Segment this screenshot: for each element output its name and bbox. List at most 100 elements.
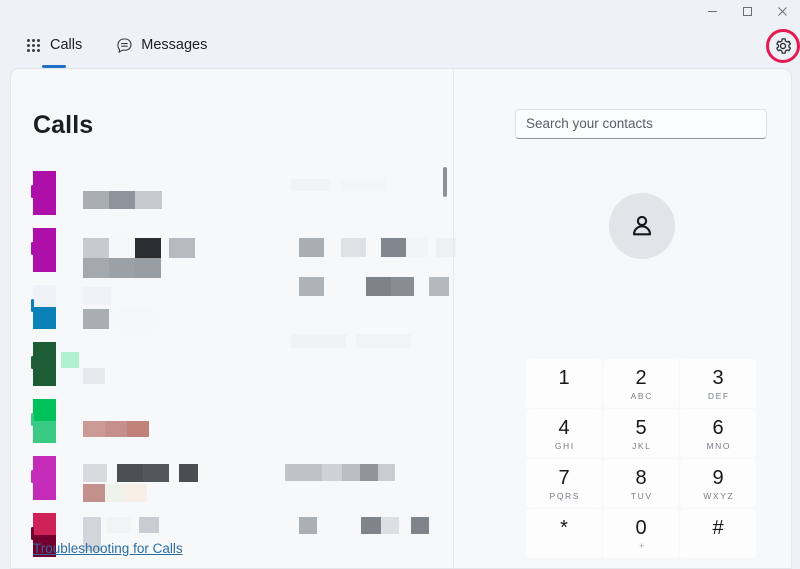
- dialpad-key-digit: 3: [712, 367, 724, 389]
- maximize-button[interactable]: [730, 0, 765, 22]
- dialpad-key-letters: PQRS: [549, 491, 581, 501]
- call-history-list: [11, 165, 456, 557]
- redacted-block: [83, 421, 105, 437]
- scrollbar-thumb[interactable]: [443, 167, 447, 197]
- person-icon: [632, 215, 652, 236]
- redacted-block: [105, 421, 127, 437]
- call-list-scrollbar[interactable]: [443, 165, 447, 537]
- call-list-item[interactable]: [11, 277, 453, 336]
- redacted-block: [83, 238, 109, 258]
- redacted-block: [391, 277, 414, 296]
- dialpad-key-digit: *: [560, 517, 568, 539]
- dialpad-key-digit: #: [712, 517, 724, 539]
- dialpad-key-1[interactable]: 1: [526, 359, 602, 408]
- tab-calls[interactable]: Calls: [19, 30, 88, 68]
- maximize-icon: [743, 6, 752, 16]
- redacted-block: [411, 517, 429, 534]
- redacted-block: [381, 517, 399, 534]
- call-list-item[interactable]: [11, 334, 453, 393]
- dialpad-key-letters: MNO: [706, 441, 732, 451]
- redacted-block: [341, 238, 366, 257]
- dialpad-key-digit: 5: [635, 417, 647, 439]
- phone-link-window: Calls Messages Calls Troubleshooting for…: [0, 0, 800, 569]
- dialpad-key-digit: 0: [635, 517, 647, 539]
- minimize-button[interactable]: [695, 0, 730, 22]
- redacted-block: [341, 179, 386, 191]
- redacted-block: [127, 421, 149, 437]
- avatar: [31, 228, 56, 272]
- redacted-block: [83, 368, 105, 384]
- dialpad-key-4[interactable]: 4 GHI: [526, 409, 602, 458]
- search-input-placeholder: Search your contacts: [526, 116, 653, 132]
- dialpad-key-8[interactable]: 8 TUV: [603, 459, 679, 508]
- dialpad-key-0[interactable]: 0 +: [603, 509, 679, 558]
- redacted-block: [117, 464, 143, 482]
- redacted-block: [361, 517, 381, 534]
- avatar: [31, 456, 56, 500]
- calls-panel: Calls Troubleshooting for Calls: [11, 69, 456, 568]
- content-card: Calls Troubleshooting for Calls Search y…: [10, 68, 792, 569]
- search-contacts-field[interactable]: Search your contacts: [515, 109, 767, 139]
- redacted-block: [83, 484, 105, 502]
- minimize-icon: [708, 10, 717, 12]
- dialpad-key-digit: 7: [558, 467, 570, 489]
- dialpad-key-7[interactable]: 7 PQRS: [526, 459, 602, 508]
- redacted-block: [83, 258, 109, 278]
- redacted-block: [83, 191, 109, 209]
- dialpad-key-digit: 4: [558, 417, 570, 439]
- redacted-block: [299, 238, 324, 257]
- avatar: [31, 342, 56, 386]
- tab-messages[interactable]: Messages: [110, 30, 213, 60]
- call-list-item[interactable]: [11, 165, 453, 222]
- redacted-block: [135, 258, 161, 278]
- redacted-block: [356, 334, 411, 348]
- redacted-block: [139, 517, 159, 533]
- dialpad-key-letters: GHI: [554, 441, 575, 451]
- close-button[interactable]: [765, 0, 800, 22]
- redacted-block: [135, 238, 161, 258]
- redacted-block: [105, 484, 125, 502]
- message-bubble-icon: [116, 37, 133, 54]
- dialpad-key-letters: JKL: [632, 441, 652, 451]
- dialpad-key-letters: TUV: [630, 491, 653, 501]
- redacted-block: [179, 464, 198, 482]
- dialpad-key-hash[interactable]: #: [680, 509, 756, 558]
- redacted-block: [109, 191, 135, 209]
- dialpad-key-letters: WXYZ: [703, 491, 735, 501]
- redacted-block: [83, 464, 107, 482]
- dialpad-key-3[interactable]: 3 DEF: [680, 359, 756, 408]
- dialpad-key-6[interactable]: 6 MNO: [680, 409, 756, 458]
- dialpad-key-2[interactable]: 2 ABC: [603, 359, 679, 408]
- tab-strip: Calls Messages: [0, 30, 800, 68]
- dialpad-key-9[interactable]: 9 WXYZ: [680, 459, 756, 508]
- dialpad-key-digit: 9: [712, 467, 724, 489]
- dialpad-key-digit: 2: [635, 367, 647, 389]
- redacted-block: [342, 464, 360, 481]
- redacted-block: [125, 484, 147, 502]
- dialpad-grid-icon: [25, 37, 42, 54]
- settings-button[interactable]: [766, 29, 800, 63]
- avatar: [31, 285, 56, 329]
- close-icon: [778, 6, 787, 16]
- dialpad-key-star[interactable]: *: [526, 509, 602, 558]
- redacted-block: [119, 309, 153, 329]
- redacted-block: [109, 258, 136, 278]
- gear-icon: [774, 37, 793, 56]
- dialpad-key-letters: DEF: [707, 391, 730, 401]
- redacted-block: [169, 238, 195, 258]
- dialpad-key-digit: 6: [712, 417, 724, 439]
- redacted-block: [83, 309, 109, 329]
- call-list-item[interactable]: [11, 450, 453, 507]
- redacted-block: [299, 517, 317, 534]
- dialpad-key-5[interactable]: 5 JKL: [603, 409, 679, 458]
- redacted-block: [107, 517, 131, 533]
- redacted-block: [285, 464, 322, 481]
- call-list-item[interactable]: [11, 222, 456, 279]
- redacted-block: [381, 238, 406, 257]
- avatar: [31, 171, 56, 215]
- page-title: Calls: [33, 111, 94, 139]
- redacted-block: [109, 238, 136, 258]
- call-list-item[interactable]: [11, 393, 453, 450]
- redacted-block: [135, 191, 162, 209]
- troubleshooting-link[interactable]: Troubleshooting for Calls: [33, 541, 183, 556]
